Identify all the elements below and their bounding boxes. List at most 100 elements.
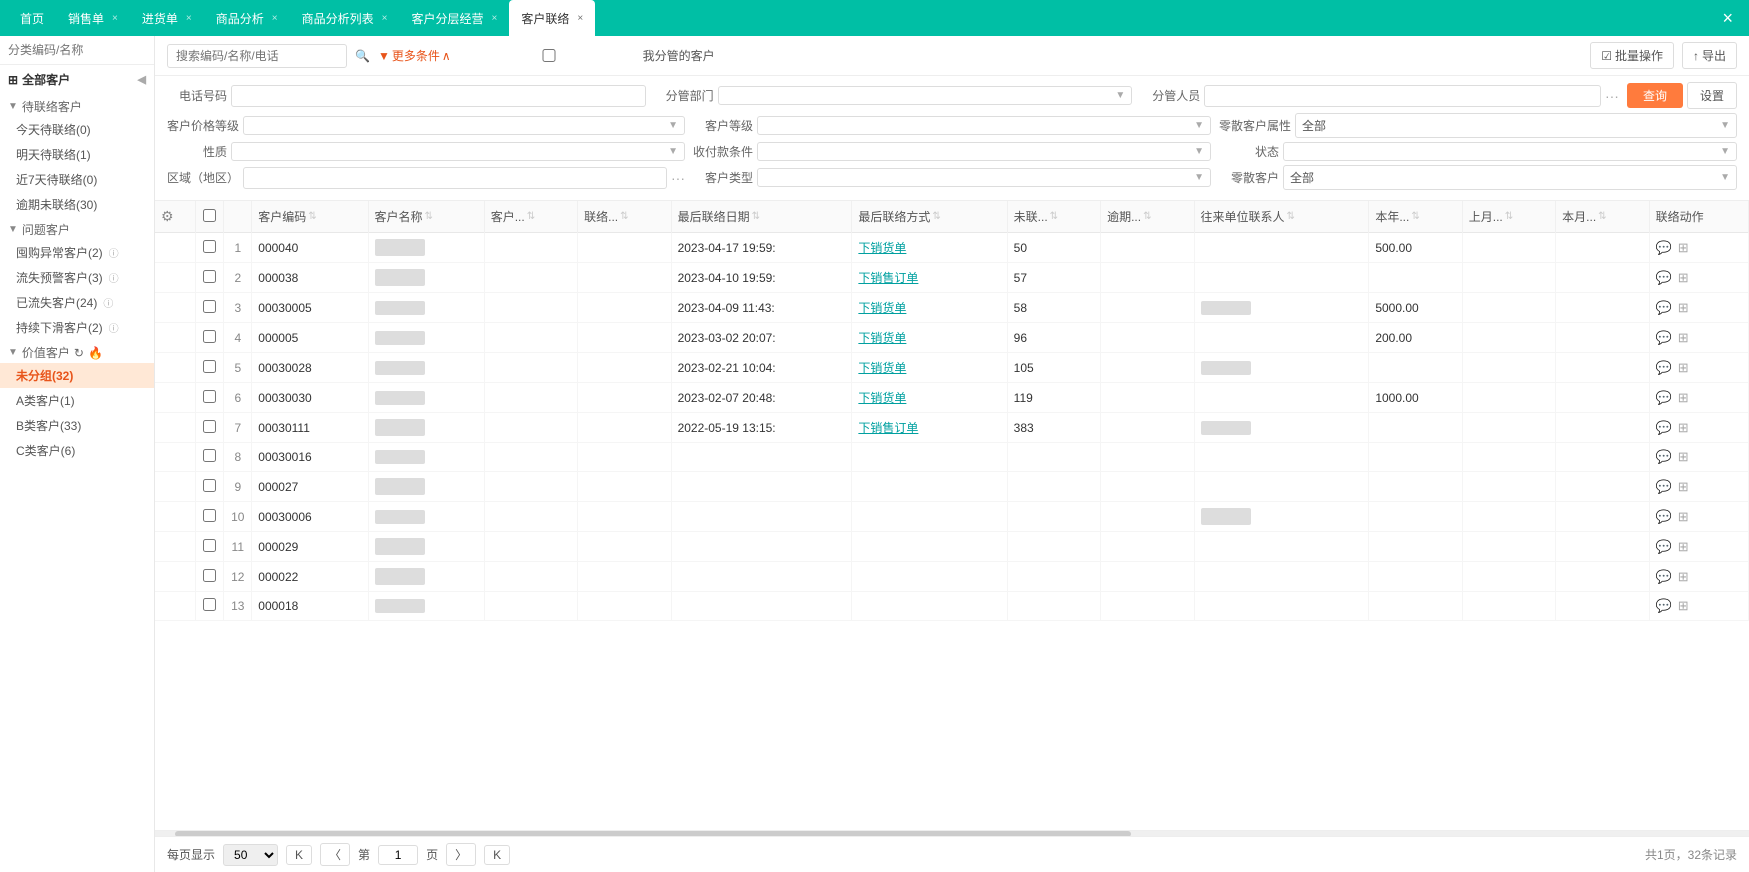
next-page-btn[interactable]: 〉 — [446, 843, 476, 866]
cell-last-type[interactable]: 下销售订单 — [852, 413, 1007, 443]
last-contact-link[interactable]: 下销货单 — [858, 241, 906, 255]
sidebar-item-overdue[interactable]: 逾期未联络(30) — [0, 192, 154, 217]
price-level-select[interactable]: ▼ — [243, 116, 685, 135]
cell-checkbox[interactable] — [196, 592, 224, 621]
last-page-btn[interactable]: K — [484, 845, 510, 865]
cell-checkbox[interactable] — [196, 233, 224, 263]
sidebar-item-classC[interactable]: C类客户(6) — [0, 438, 154, 463]
settings-icon[interactable]: ⚙ — [161, 208, 174, 224]
tab-customer-layering[interactable]: 客户分层经营 × — [399, 0, 509, 36]
col-contact[interactable]: 联络...⇅ — [578, 201, 671, 233]
last-contact-link[interactable]: 下销售订单 — [858, 421, 918, 435]
prev-page-btn[interactable]: 〈 — [320, 843, 350, 866]
collapse-sidebar-icon[interactable]: ◀ — [138, 73, 146, 86]
region-input[interactable] — [243, 167, 667, 189]
row-checkbox[interactable] — [203, 300, 216, 313]
message-icon[interactable]: 💬 — [1656, 300, 1672, 316]
cell-last-type[interactable]: 下销货单 — [852, 323, 1007, 353]
message-icon[interactable]: 💬 — [1656, 598, 1672, 614]
message-icon[interactable]: 💬 — [1656, 360, 1672, 376]
qr-icon[interactable]: ⊞ — [1678, 390, 1689, 406]
manager-input[interactable] — [1204, 85, 1601, 107]
cell-checkbox[interactable] — [196, 383, 224, 413]
tab-sales-close[interactable]: × — [112, 13, 118, 24]
row-checkbox[interactable] — [203, 569, 216, 582]
col-no-contact[interactable]: 未联...⇅ — [1007, 201, 1100, 233]
search-button[interactable]: 查询 — [1627, 83, 1683, 108]
col-this-month[interactable]: 本月...⇅ — [1556, 201, 1649, 233]
qr-icon[interactable]: ⊞ — [1678, 420, 1689, 436]
row-checkbox[interactable] — [203, 240, 216, 253]
payment-terms-select[interactable]: ▼ — [757, 142, 1211, 161]
select-all-checkbox[interactable] — [203, 209, 216, 222]
reset-button[interactable]: 设置 — [1687, 82, 1737, 109]
message-icon[interactable]: 💬 — [1656, 449, 1672, 465]
tab-product-list-close[interactable]: × — [382, 13, 388, 24]
message-icon[interactable]: 💬 — [1656, 420, 1672, 436]
tab-sales[interactable]: 销售单 × — [56, 0, 130, 36]
sidebar-group-pending[interactable]: ▼ 待联络客户 — [0, 94, 154, 117]
last-contact-link[interactable]: 下销货单 — [858, 331, 906, 345]
row-checkbox[interactable] — [203, 479, 216, 492]
qr-icon[interactable]: ⊞ — [1678, 539, 1689, 555]
message-icon[interactable]: 💬 — [1656, 479, 1672, 495]
row-checkbox[interactable] — [203, 598, 216, 611]
more-conditions-btn[interactable]: ▼ 更多条件 ∧ — [378, 47, 451, 64]
col-type[interactable]: 客户...⇅ — [484, 201, 577, 233]
col-settings[interactable]: ⚙ — [155, 201, 196, 233]
sidebar-item-declining[interactable]: 持续下滑客户(2) ⓘ — [0, 315, 154, 340]
sidebar-group-problem[interactable]: ▼ 问题客户 — [0, 217, 154, 240]
phone-input[interactable] — [231, 85, 646, 107]
col-this-year[interactable]: 本年...⇅ — [1369, 201, 1462, 233]
cell-checkbox[interactable] — [196, 353, 224, 383]
sidebar-search-input[interactable] — [8, 43, 155, 57]
qr-icon[interactable]: ⊞ — [1678, 300, 1689, 316]
row-checkbox[interactable] — [203, 270, 216, 283]
cell-checkbox[interactable] — [196, 562, 224, 592]
sidebar-item-classB[interactable]: B类客户(33) — [0, 413, 154, 438]
my-customers-checkbox[interactable]: 我分管的客户 — [459, 47, 715, 64]
sidebar-item-today[interactable]: 今天待联络(0) — [0, 117, 154, 142]
cell-last-type[interactable]: 下销货单 — [852, 353, 1007, 383]
scattered-attr-select[interactable]: 全部 ▼ — [1295, 113, 1737, 138]
nature-select[interactable]: ▼ — [231, 142, 685, 161]
dept-select[interactable]: ▼ — [718, 86, 1133, 105]
last-contact-link[interactable]: 下销货单 — [858, 391, 906, 405]
sidebar-item-churn-warn[interactable]: 流失预警客户(3) ⓘ — [0, 265, 154, 290]
last-contact-link[interactable]: 下销货单 — [858, 301, 906, 315]
tab-purchase-close[interactable]: × — [186, 13, 192, 24]
last-contact-link[interactable]: 下销售订单 — [858, 271, 918, 285]
page-size-select[interactable]: 50 100 200 — [223, 844, 278, 866]
sidebar-item-classA[interactable]: A类客户(1) — [0, 388, 154, 413]
col-last-type[interactable]: 最后联络方式⇅ — [852, 201, 1007, 233]
row-checkbox[interactable] — [203, 420, 216, 433]
customer-level-select[interactable]: ▼ — [757, 116, 1211, 135]
cell-checkbox[interactable] — [196, 502, 224, 532]
first-page-btn[interactable]: K — [286, 845, 312, 865]
cell-checkbox[interactable] — [196, 472, 224, 502]
row-checkbox[interactable] — [203, 449, 216, 462]
sidebar-item-7days[interactable]: 近7天待联络(0) — [0, 167, 154, 192]
tab-product-analysis-close[interactable]: × — [272, 13, 278, 24]
message-icon[interactable]: 💬 — [1656, 270, 1672, 286]
status-select[interactable]: ▼ — [1283, 142, 1737, 161]
search-icon[interactable]: 🔍 — [355, 49, 370, 63]
region-more-icon[interactable]: ··· — [671, 170, 685, 186]
qr-icon[interactable]: ⊞ — [1678, 270, 1689, 286]
qr-icon[interactable]: ⊞ — [1678, 598, 1689, 614]
row-checkbox[interactable] — [203, 390, 216, 403]
tab-customer-contact-close[interactable]: × — [577, 13, 583, 24]
cell-checkbox[interactable] — [196, 323, 224, 353]
qr-icon[interactable]: ⊞ — [1678, 330, 1689, 346]
qr-icon[interactable]: ⊞ — [1678, 360, 1689, 376]
message-icon[interactable]: 💬 — [1656, 539, 1672, 555]
row-checkbox[interactable] — [203, 330, 216, 343]
cell-checkbox[interactable] — [196, 263, 224, 293]
message-icon[interactable]: 💬 — [1656, 330, 1672, 346]
cell-checkbox[interactable] — [196, 443, 224, 472]
message-icon[interactable]: 💬 — [1656, 390, 1672, 406]
manager-more-icon[interactable]: ··· — [1605, 88, 1619, 104]
col-name[interactable]: 客户名称⇅ — [368, 201, 484, 233]
sidebar-all-customers[interactable]: ⊞ 全部客户 ◀ — [0, 65, 154, 94]
sidebar-item-ungrouped[interactable]: 未分组(32) — [0, 363, 154, 388]
